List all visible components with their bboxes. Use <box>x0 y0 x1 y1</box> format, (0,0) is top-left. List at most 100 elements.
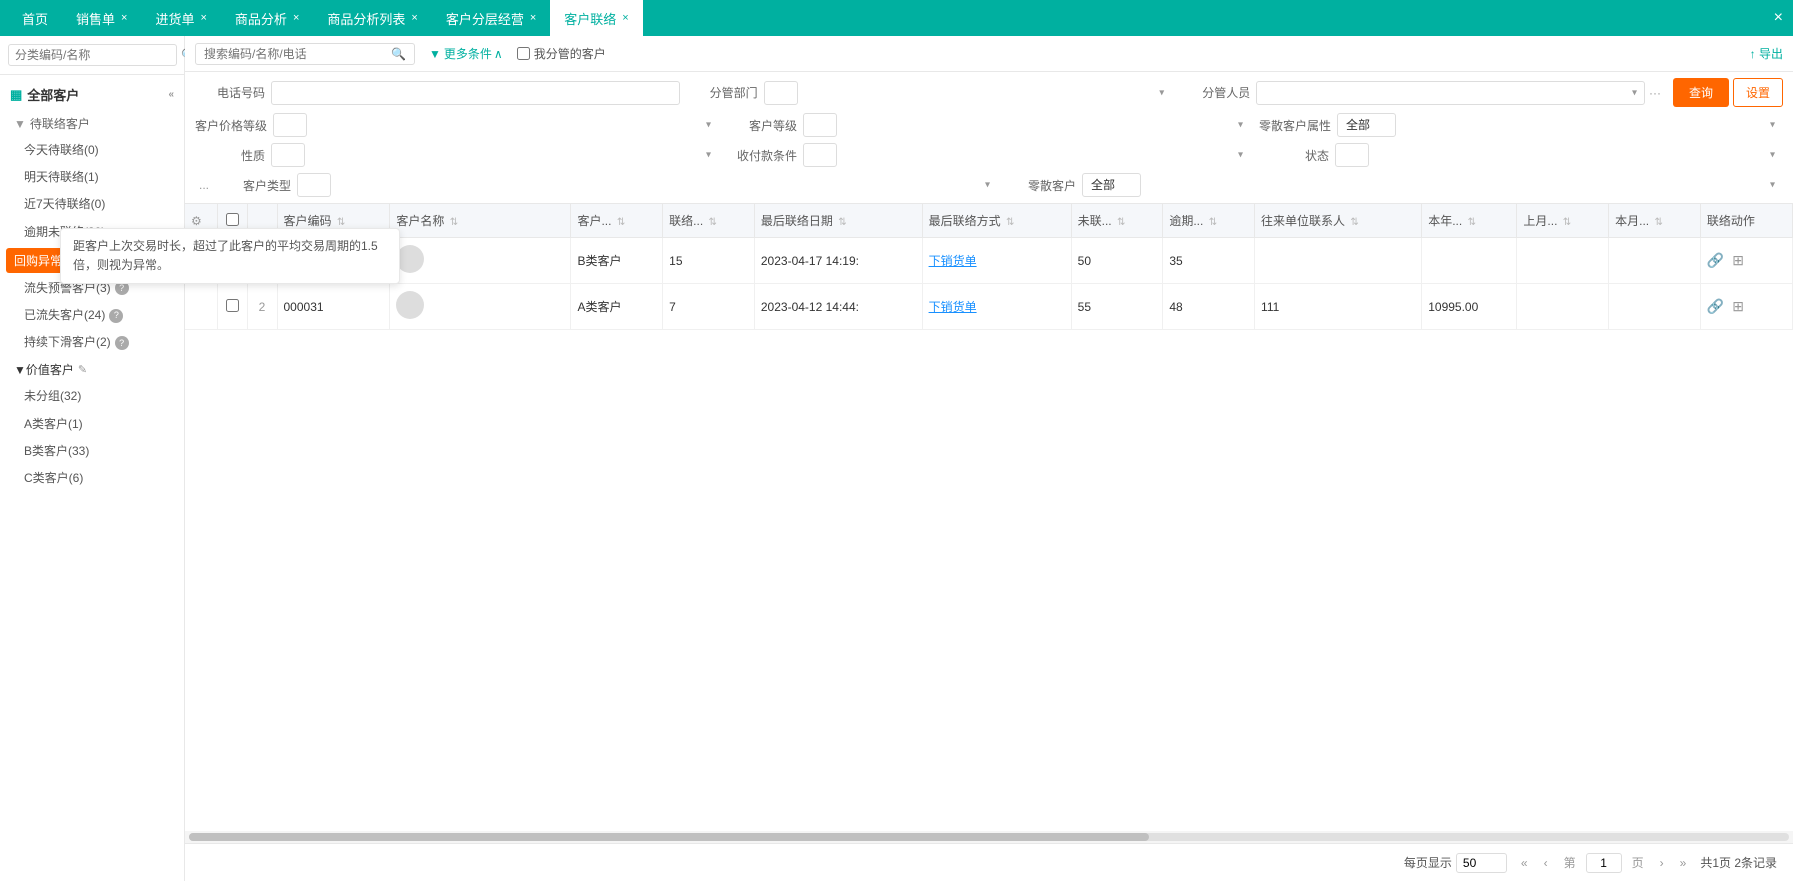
nav-product-list[interactable]: 商品分析列表 × <box>313 0 431 36</box>
sidebar-pending-group[interactable]: ▼ 待联络客户 <box>0 110 184 137</box>
sidebar-search-input[interactable] <box>8 44 177 66</box>
query-button[interactable]: 查询 <box>1673 78 1729 107</box>
nav-product-list-close[interactable]: × <box>411 12 417 24</box>
row2-name <box>390 284 571 330</box>
filter-phone-input[interactable] <box>271 81 680 105</box>
row1-contact: 15 <box>663 238 755 284</box>
col-this-year-sort[interactable]: ⇅ <box>1468 217 1476 228</box>
col-last-method-sort[interactable]: ⇅ <box>1006 217 1014 228</box>
sidebar-item-class-b[interactable]: B类客户(33) <box>0 438 184 465</box>
nav-sales-close[interactable]: × <box>121 12 127 24</box>
col-uncontacted-sort[interactable]: ⇅ <box>1117 217 1125 228</box>
search-icon: 🔍 <box>391 47 406 61</box>
row1-link-icon[interactable]: 🔗 <box>1707 252 1724 269</box>
filter-customer-type-select[interactable] <box>297 173 331 197</box>
row1-overdue: 35 <box>1163 238 1255 284</box>
search-input[interactable] <box>204 47 387 61</box>
col-code-sort[interactable]: ⇅ <box>337 217 345 228</box>
prev-page-btn[interactable]: ‹ <box>1538 854 1554 872</box>
export-button[interactable]: ↑ 导出 <box>1750 45 1783 62</box>
horizontal-scrollbar[interactable] <box>185 831 1793 843</box>
select-all-checkbox[interactable] <box>226 213 239 226</box>
sidebar-search-area: 🔍 <box>0 36 184 75</box>
row2-action: 🔗 ⊞ <box>1700 284 1792 330</box>
toolbar: 🔍 ▼ 更多条件 ∧ 我分管的客户 ↑ 导出 <box>185 36 1793 72</box>
filter-payment-select[interactable] <box>803 143 837 167</box>
scroll-track <box>189 833 1789 841</box>
sidebar-item-tomorrow[interactable]: 明天待联络(1) <box>0 164 184 191</box>
filter-manager-select[interactable] <box>1256 81 1645 105</box>
settings-button[interactable]: 设置 <box>1733 78 1783 107</box>
col-last-date: 最后联络日期 ⇅ <box>754 204 922 238</box>
row1-last-method[interactable]: 下销货单 <box>922 238 1071 284</box>
filter-status: 状态 <box>1259 143 1783 167</box>
row2-select-checkbox[interactable] <box>226 299 239 312</box>
sidebar-value-group[interactable]: ▼ 价值客户 ✎ <box>0 356 184 383</box>
nav-product-analysis[interactable]: 商品分析 × <box>221 0 313 36</box>
close-all-button[interactable]: × <box>1774 9 1783 27</box>
filter-customer-level-select[interactable] <box>803 113 837 137</box>
next-page-btn[interactable]: › <box>1654 854 1670 872</box>
more-filters-button[interactable]: ▼ 更多条件 ∧ <box>421 42 511 65</box>
sidebar-item-declining[interactable]: 持续下滑客户(2) ? <box>0 329 184 356</box>
sidebar-item-7days[interactable]: 近7天待联络(0) <box>0 191 184 218</box>
filter-status-label: 状态 <box>1259 147 1329 164</box>
pending-triangle-icon: ▼ <box>14 117 26 131</box>
filter-dept-select[interactable] <box>764 81 798 105</box>
nav-customer-contact[interactable]: 客户联络 × <box>550 0 642 36</box>
col-contact-sort[interactable]: ⇅ <box>709 217 717 228</box>
sidebar-collapse-btn[interactable]: « <box>168 89 174 100</box>
manager-more-btn[interactable]: ··· <box>1645 86 1665 100</box>
sidebar-body: ▦ 全部客户 « ▼ 待联络客户 今天待联络(0) 明天待联络(1) 近7天待联… <box>0 75 184 881</box>
filter-row-3: 性质 收付款条件 状态 <box>195 143 1783 167</box>
value-edit-icon[interactable]: ✎ <box>78 363 87 376</box>
first-page-btn[interactable]: « <box>1515 854 1534 872</box>
nav-product-analysis-close[interactable]: × <box>293 12 299 24</box>
nav-customer-contact-close[interactable]: × <box>622 12 628 24</box>
row1-uncontacted: 50 <box>1071 238 1163 284</box>
row1-last-month <box>1517 238 1609 284</box>
filter-action-buttons: 查询 设置 <box>1673 78 1783 107</box>
col-overdue-sort[interactable]: ⇅ <box>1209 217 1217 228</box>
col-level-sort[interactable]: ⇅ <box>617 217 625 228</box>
sidebar-item-class-a[interactable]: A类客户(1) <box>0 411 184 438</box>
row2-avatar <box>396 291 424 319</box>
row1-grid-icon[interactable]: ⊞ <box>1732 252 1744 269</box>
filter-price-select[interactable] <box>273 113 307 137</box>
sidebar-item-churned[interactable]: 已流失客户(24) ? <box>0 302 184 329</box>
page-number-input[interactable] <box>1586 853 1622 873</box>
filter-retail-attr-label: 零散客户属性 <box>1259 117 1331 134</box>
last-page-btn[interactable]: » <box>1674 854 1693 872</box>
nav-purchase-close[interactable]: × <box>200 12 206 24</box>
sidebar-item-class-c[interactable]: C类客户(6) <box>0 465 184 492</box>
sidebar-item-ungrouped[interactable]: 未分组(32) <box>0 383 184 410</box>
col-this-year: 本年... ⇅ <box>1422 204 1517 238</box>
col-last-month-sort[interactable]: ⇅ <box>1563 217 1571 228</box>
sidebar-item-today[interactable]: 今天待联络(0) <box>0 137 184 164</box>
row2-num: 2 <box>247 284 277 330</box>
row2-link-icon[interactable]: 🔗 <box>1707 298 1724 315</box>
filter-retail-customer-select[interactable]: 全部 <box>1082 173 1141 197</box>
col-last-date-sort[interactable]: ⇅ <box>838 217 846 228</box>
filter-status-select[interactable] <box>1335 143 1369 167</box>
col-this-month-sort[interactable]: ⇅ <box>1654 217 1662 228</box>
per-page-select[interactable]: 50 10 20 100 <box>1456 853 1507 873</box>
nav-purchase[interactable]: 进货单 × <box>141 0 220 36</box>
row1-action-icons: 🔗 ⊞ <box>1707 252 1786 269</box>
col-name-sort[interactable]: ⇅ <box>450 217 458 228</box>
sidebar-all-customers[interactable]: ▦ 全部客户 « <box>0 79 184 110</box>
my-customer-checkbox[interactable] <box>517 47 530 60</box>
nav-customer-segment[interactable]: 客户分层经营 × <box>432 0 550 36</box>
table-settings-icon[interactable]: ⚙ <box>191 214 202 228</box>
filter-retail-attr-select[interactable]: 全部 <box>1337 113 1396 137</box>
row2-last-method[interactable]: 下销货单 <box>922 284 1071 330</box>
filter-nature-select[interactable] <box>271 143 305 167</box>
more-filter-btn[interactable]: ... <box>195 178 213 192</box>
my-customer-checkbox-row: 我分管的客户 <box>517 45 606 62</box>
col-unit-contact-sort[interactable]: ⇅ <box>1350 217 1358 228</box>
col-name: 客户名称 ⇅ <box>390 204 571 238</box>
nav-home[interactable]: 首页 <box>8 0 62 36</box>
row2-grid-icon[interactable]: ⊞ <box>1732 298 1744 315</box>
nav-customer-segment-close[interactable]: × <box>530 12 536 24</box>
nav-sales[interactable]: 销售单 × <box>62 0 141 36</box>
